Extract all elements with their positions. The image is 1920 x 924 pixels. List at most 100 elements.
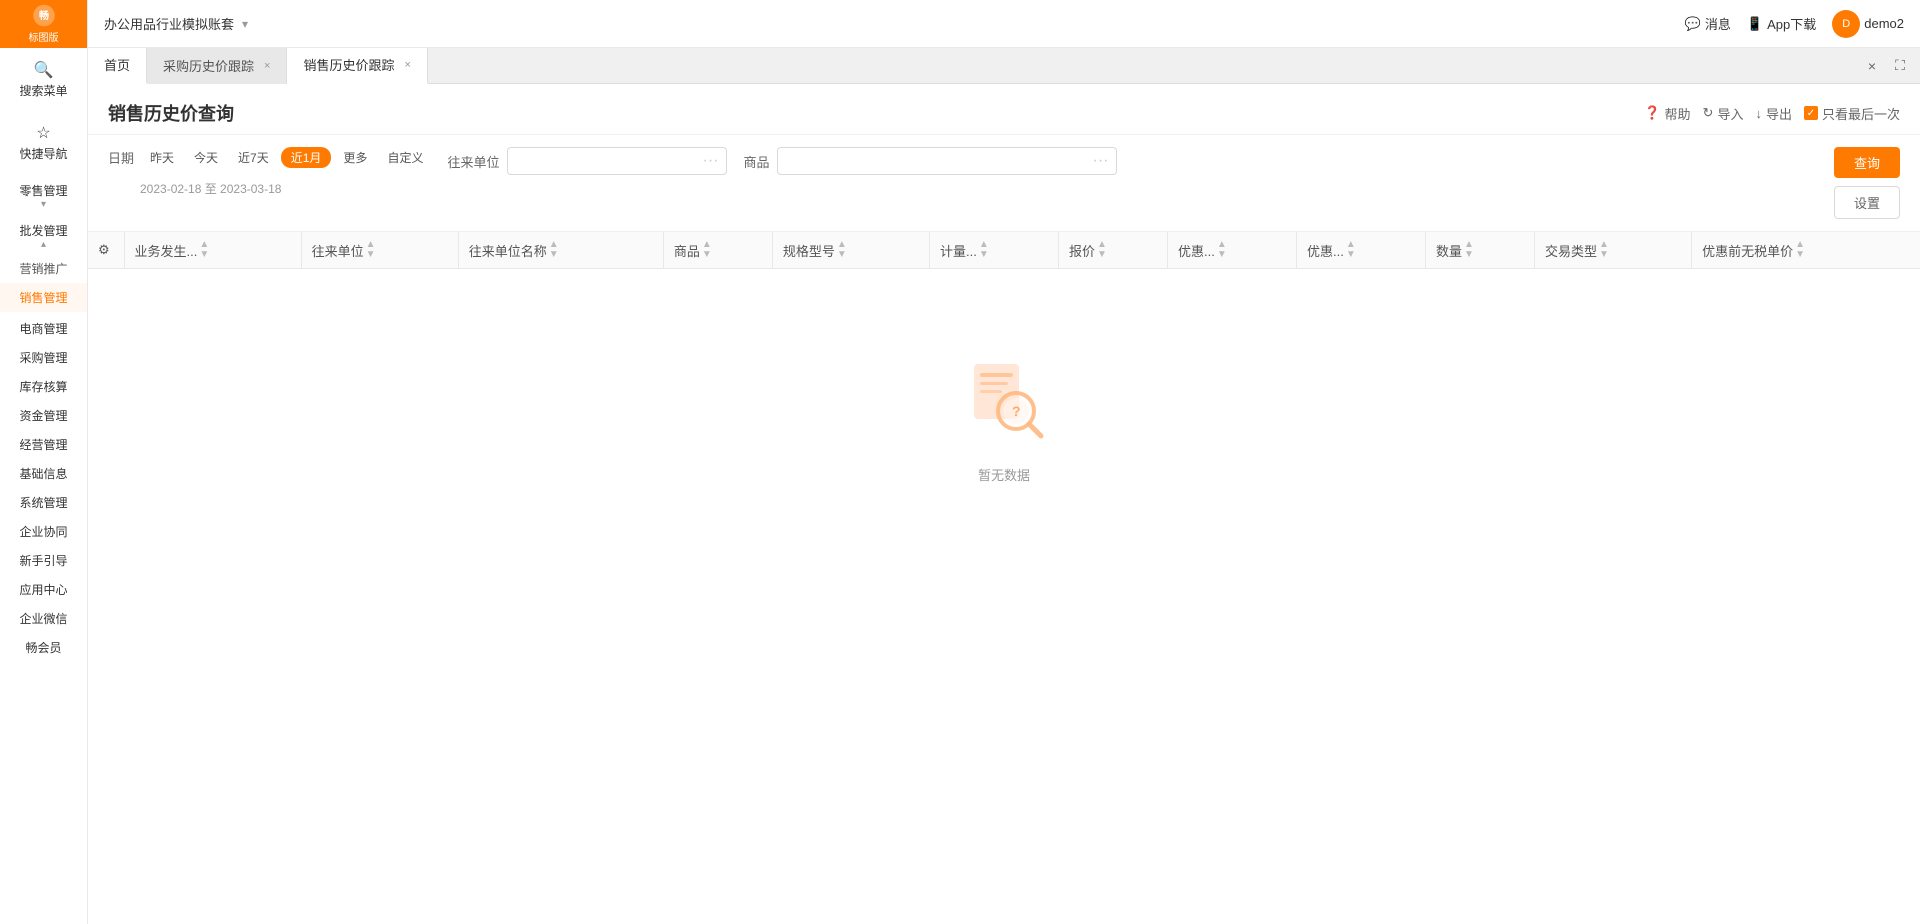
gear-icon[interactable]: ⚙ xyxy=(98,242,110,257)
date-btn-yesterday[interactable]: 昨天 xyxy=(142,147,182,168)
only-last-checkbox-area[interactable]: ✓ 只看最后一次 xyxy=(1804,104,1900,123)
tab-home[interactable]: 首页 xyxy=(88,48,147,84)
th-discount2[interactable]: 优惠... ▲▼ xyxy=(1297,232,1426,269)
sidebar-item-label: 销售管理 xyxy=(19,289,67,306)
th-discount1[interactable]: 优惠... ▲▼ xyxy=(1167,232,1296,269)
th-quote[interactable]: 报价 ▲▼ xyxy=(1059,232,1168,269)
sidebar-item-basic-info[interactable]: 基础信息 xyxy=(0,457,87,486)
tab-sales-history[interactable]: 销售历史价跟踪 × xyxy=(287,48,427,84)
filter-area: 日期 昨天 今天 近7天 近1月 更多 自定义 2023-02-18 至 202… xyxy=(88,135,1920,232)
tab-purchase-label: 采购历史价跟踪 xyxy=(163,56,254,75)
sidebar-item-finance[interactable]: 资金管理 xyxy=(0,399,87,428)
sidebar-item-search-menu[interactable]: 🔍 搜索菜单 xyxy=(0,48,87,111)
app-download-label: App下载 xyxy=(1767,14,1816,33)
th-discount1-label: 优惠... xyxy=(1178,241,1215,260)
partner-label: 往来单位 xyxy=(447,152,499,171)
date-btn-1month[interactable]: 近1月 xyxy=(281,147,332,168)
topbar-left: 办公用品行业模拟账套 ▾ xyxy=(104,14,248,33)
sort-icon: ▲▼ xyxy=(702,240,712,260)
sidebar-item-system[interactable]: 系统管理 xyxy=(0,486,87,515)
partner-search-field[interactable]: ··· xyxy=(507,147,727,175)
goods-input[interactable] xyxy=(786,154,1092,169)
sort-icon: ▲▼ xyxy=(979,240,989,260)
topbar-dropdown-icon[interactable]: ▾ xyxy=(242,17,248,31)
th-trade-type[interactable]: 交易类型 ▲▼ xyxy=(1535,232,1692,269)
th-pretax-price-label: 优惠前无税单价 xyxy=(1702,241,1793,260)
th-unit[interactable]: 计量... ▲▼ xyxy=(929,232,1058,269)
table-header: ⚙ 业务发生... ▲▼ 往来单位 ▲▼ xyxy=(88,232,1920,269)
sidebar-item-label: 搜索菜单 xyxy=(19,82,67,99)
date-btn-7days[interactable]: 近7天 xyxy=(230,147,277,168)
th-spec[interactable]: 规格型号 ▲▼ xyxy=(772,232,929,269)
search-menu-icon: 🔍 xyxy=(34,60,54,80)
th-quantity[interactable]: 数量 ▲▼ xyxy=(1426,232,1535,269)
sort-icon: ▲▼ xyxy=(549,240,559,260)
th-biz-date[interactable]: 业务发生... ▲▼ xyxy=(124,232,301,269)
date-btn-custom[interactable]: 自定义 xyxy=(379,147,431,168)
user-name: demo2 xyxy=(1864,16,1904,31)
help-label: 帮助 xyxy=(1665,104,1691,123)
sidebar-item-enterprise-wechat[interactable]: 企业微信 xyxy=(0,602,87,631)
close-tab-button[interactable]: × xyxy=(1860,54,1884,78)
sidebar-item-label: 营销推广 xyxy=(19,260,67,277)
sidebar-item-ecommerce[interactable]: 电商管理 xyxy=(0,312,87,341)
sidebar-item-member[interactable]: 畅会员 xyxy=(0,631,87,660)
sidebar-item-label: 采购管理 xyxy=(19,349,67,366)
th-spec-label: 规格型号 xyxy=(783,241,835,260)
sidebar-item-marketing[interactable]: 营销推广 xyxy=(0,254,87,283)
empty-state: ? 暂无数据 xyxy=(88,269,1920,564)
sort-icon: ▲▼ xyxy=(366,240,376,260)
sidebar-item-purchase[interactable]: 采购管理 xyxy=(0,341,87,370)
tab-sales-close-icon[interactable]: × xyxy=(404,59,410,71)
sort-icon: ▲▼ xyxy=(837,240,847,260)
export-button[interactable]: ↓ 导出 xyxy=(1755,104,1792,123)
table-wrapper: ⚙ 业务发生... ▲▼ 往来单位 ▲▼ xyxy=(88,232,1920,924)
user-avatar-area[interactable]: D demo2 xyxy=(1832,10,1904,38)
sidebar-item-label: 库存核算 xyxy=(19,378,67,395)
sidebar-item-label: 批发管理 xyxy=(19,222,67,239)
setting-button[interactable]: 设置 xyxy=(1834,186,1900,219)
app-download-icon: 📱 xyxy=(1747,16,1763,32)
sidebar-item-inventory[interactable]: 库存核算 xyxy=(0,370,87,399)
th-goods-label: 商品 xyxy=(674,241,700,260)
sidebar-item-quick-nav[interactable]: ☆ 快捷导航 xyxy=(0,111,87,174)
query-button[interactable]: 查询 xyxy=(1834,147,1900,178)
app-download-button[interactable]: 📱 App下载 xyxy=(1747,14,1816,33)
sidebar-item-label: 新手引导 xyxy=(19,552,67,569)
tab-purchase-close-icon[interactable]: × xyxy=(264,60,270,72)
goods-filter: 商品 ··· xyxy=(743,147,1117,175)
sidebar-item-wholesale[interactable]: 批发管理 ▴ xyxy=(0,214,87,254)
help-button[interactable]: ❓ 帮助 xyxy=(1644,104,1690,123)
empty-text: 暂无数据 xyxy=(978,465,1030,484)
th-partner-code-label: 往来单位 xyxy=(312,241,364,260)
sidebar-item-sales-mgmt[interactable]: 销售管理 xyxy=(0,283,87,312)
tab-purchase-history[interactable]: 采购历史价跟踪 × xyxy=(147,48,287,84)
goods-search-icon[interactable]: ··· xyxy=(1093,152,1109,170)
sidebar-item-operations[interactable]: 经营管理 xyxy=(0,428,87,457)
date-range-text: 2023-02-18 至 2023-03-18 xyxy=(140,180,281,197)
sidebar-item-label: 企业协同 xyxy=(19,523,67,540)
sidebar-item-app-center[interactable]: 应用中心 xyxy=(0,573,87,602)
sidebar-item-label: 系统管理 xyxy=(19,494,67,511)
th-goods[interactable]: 商品 ▲▼ xyxy=(663,232,772,269)
th-partner-code[interactable]: 往来单位 ▲▼ xyxy=(301,232,458,269)
date-btn-today[interactable]: 今天 xyxy=(186,147,226,168)
main-area: 办公用品行业模拟账套 ▾ 💬 消息 📱 App下载 D demo2 首页 xyxy=(88,0,1920,924)
app-logo: 畅 标图版 xyxy=(0,0,87,48)
sidebar-item-retail[interactable]: 零售管理 ▾ xyxy=(0,174,87,214)
sidebar-item-newcomer[interactable]: 新手引导 xyxy=(0,544,87,573)
th-pretax-price[interactable]: 优惠前无税单价 ▲▼ xyxy=(1692,232,1920,269)
maximize-button[interactable]: ⛶ xyxy=(1888,54,1912,78)
only-last-checkbox[interactable]: ✓ xyxy=(1804,106,1818,120)
th-partner-name[interactable]: 往来单位名称 ▲▼ xyxy=(458,232,663,269)
partner-input[interactable] xyxy=(516,154,702,169)
message-button[interactable]: 💬 消息 xyxy=(1685,14,1731,33)
import-button[interactable]: ↻ 导入 xyxy=(1703,104,1744,123)
topbar-title: 办公用品行业模拟账套 xyxy=(104,14,234,33)
partner-search-icon[interactable]: ··· xyxy=(702,152,718,170)
tab-sales-label: 销售历史价跟踪 xyxy=(303,55,394,74)
date-btn-more[interactable]: 更多 xyxy=(335,147,375,168)
sidebar-item-enterprise-collab[interactable]: 企业协同 xyxy=(0,515,87,544)
goods-search-field[interactable]: ··· xyxy=(777,147,1117,175)
import-icon: ↻ xyxy=(1703,105,1714,121)
